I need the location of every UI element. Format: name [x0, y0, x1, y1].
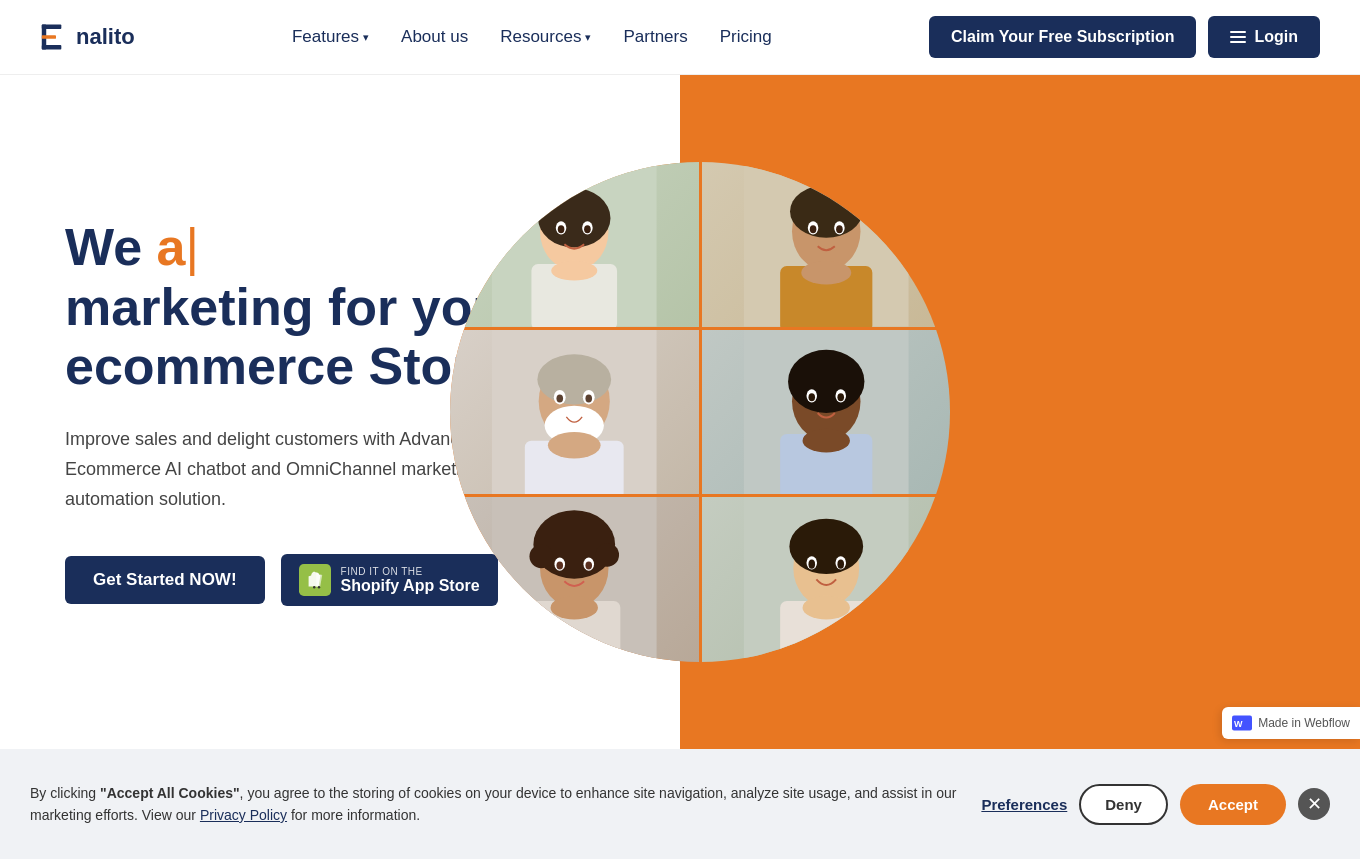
svg-point-15 [551, 261, 597, 281]
nav-item-pricing[interactable]: Pricing [720, 27, 772, 47]
svg-point-43 [802, 428, 849, 452]
claim-subscription-button[interactable]: Claim Your Free Subscription [929, 16, 1196, 58]
svg-point-6 [317, 586, 319, 588]
webflow-icon: W [1232, 713, 1252, 733]
get-started-button[interactable]: Get Started NOW! [65, 556, 265, 604]
nav-item-resources[interactable]: Resources ▾ [500, 27, 591, 47]
chevron-down-icon: ▾ [585, 31, 591, 44]
svg-point-24 [801, 261, 851, 285]
webflow-badge: W Made in Webflow [1222, 707, 1360, 739]
svg-point-27 [537, 354, 611, 404]
person-photo-1 [450, 162, 699, 327]
svg-point-22 [836, 225, 843, 233]
hero-circle [450, 162, 950, 662]
svg-point-52 [585, 562, 592, 570]
svg-point-47 [529, 545, 553, 569]
svg-text:W: W [1234, 719, 1243, 729]
svg-point-60 [808, 560, 815, 569]
nav-item-about[interactable]: About us [401, 27, 468, 47]
menu-icon [1230, 31, 1246, 43]
svg-point-41 [837, 393, 844, 401]
webflow-label: Made in Webflow [1258, 716, 1350, 730]
nav-actions: Claim Your Free Subscription Login [929, 16, 1320, 58]
svg-rect-1 [42, 25, 62, 29]
person-photo-2 [702, 162, 951, 327]
svg-point-51 [556, 562, 563, 570]
navbar: nalito Features ▾ About us Resources ▾ P… [0, 0, 1360, 75]
shopify-icon [299, 564, 331, 596]
hero-circle-container [450, 162, 950, 662]
hero-cursor: | [185, 218, 199, 276]
svg-rect-2 [42, 35, 56, 39]
svg-point-30 [556, 394, 563, 402]
svg-point-31 [585, 394, 592, 402]
person-photo-4 [702, 330, 951, 495]
svg-point-5 [313, 586, 315, 588]
logo-text: nalito [76, 24, 135, 50]
svg-point-34 [548, 432, 601, 458]
hero-section: We a| marketing for your ecommerce Store… [0, 75, 1360, 749]
svg-point-57 [789, 519, 863, 574]
svg-point-37 [788, 349, 864, 412]
login-button[interactable]: Login [1208, 16, 1320, 58]
logo-icon [40, 21, 72, 53]
svg-rect-3 [42, 45, 62, 49]
hero-image-area [680, 75, 1360, 749]
svg-point-48 [595, 543, 619, 567]
person-photo-6 [702, 497, 951, 662]
nav-item-features[interactable]: Features ▾ [292, 27, 369, 47]
svg-point-21 [809, 225, 816, 233]
svg-point-63 [802, 596, 849, 620]
svg-point-13 [584, 225, 591, 233]
svg-point-40 [808, 393, 815, 401]
person-photo-3 [450, 330, 699, 495]
nav-links: Features ▾ About us Resources ▾ Partners… [292, 27, 772, 47]
hero-highlight: a [157, 218, 186, 276]
logo[interactable]: nalito [40, 21, 135, 53]
chevron-down-icon: ▾ [363, 31, 369, 44]
svg-point-54 [551, 596, 598, 620]
svg-point-12 [558, 225, 565, 233]
svg-point-61 [837, 560, 844, 569]
nav-item-partners[interactable]: Partners [623, 27, 687, 47]
svg-point-18 [790, 185, 862, 238]
person-photo-5 [450, 497, 699, 662]
svg-point-9 [538, 188, 610, 247]
